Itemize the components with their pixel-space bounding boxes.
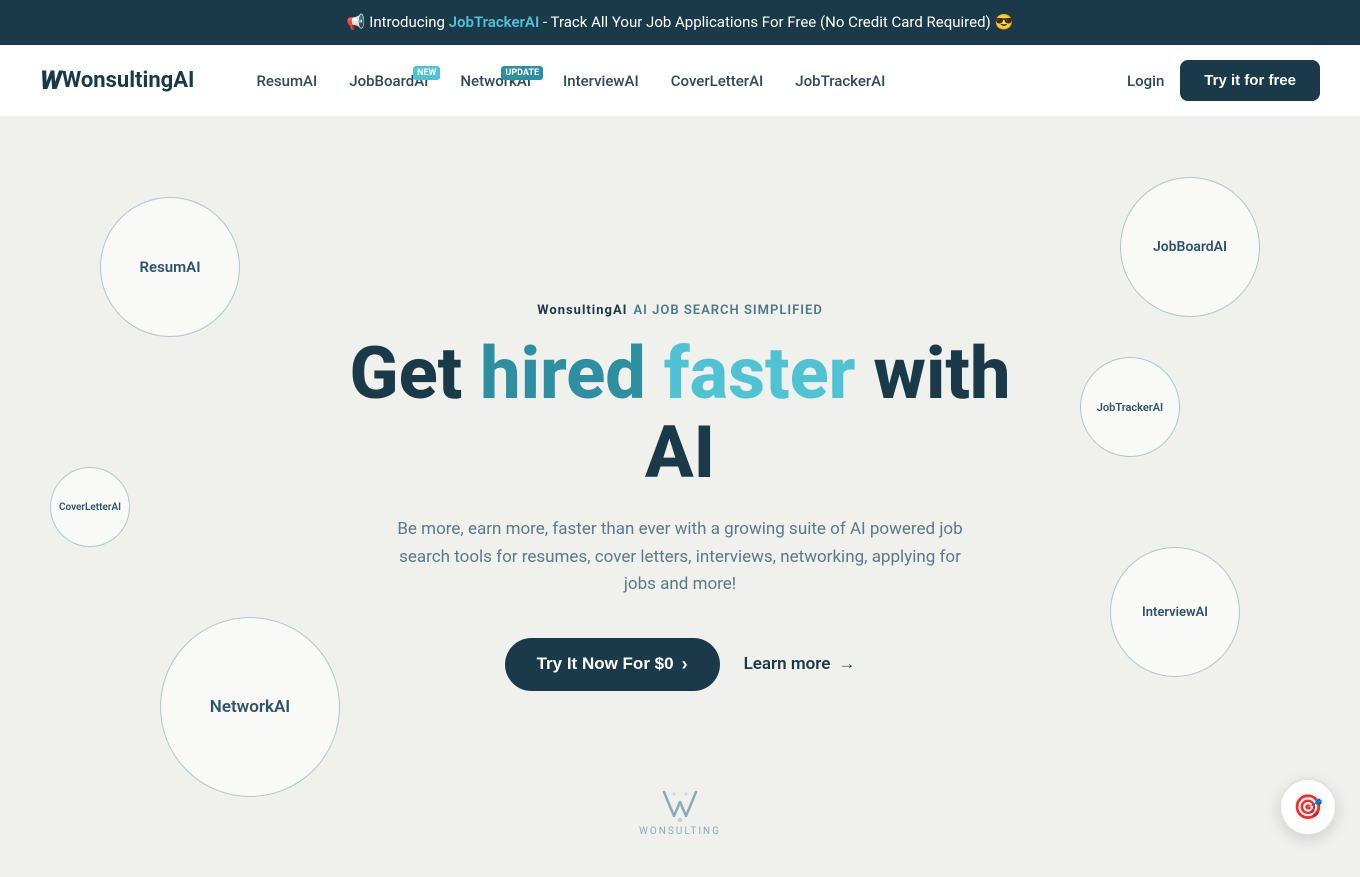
cta-secondary-link[interactable]: Learn more → bbox=[744, 654, 856, 674]
hero-section: ResumAI JobBoardAI JobTrackerAI CoverLet… bbox=[0, 117, 1360, 877]
hero-brand: WonsultingAI AI JOB SEARCH SIMPLIFIED bbox=[330, 303, 1030, 318]
try-free-button[interactable]: Try it for free bbox=[1180, 60, 1320, 101]
circle-interviewai[interactable]: InterviewAI bbox=[1110, 547, 1240, 677]
hero-content: WonsultingAI AI JOB SEARCH SIMPLIFIED Ge… bbox=[330, 303, 1030, 691]
header-actions: Login Try it for free bbox=[1127, 60, 1320, 101]
bottom-logo-icon bbox=[639, 784, 721, 824]
bottom-logo-text: WONSULTING bbox=[639, 826, 721, 837]
nav-item-resumai[interactable]: ResumAI bbox=[242, 64, 331, 98]
badge-new: NEW bbox=[413, 66, 440, 81]
nav-item-jobtrackerai[interactable]: JobTrackerAI bbox=[781, 64, 899, 98]
circle-jobtrackerai[interactable]: JobTrackerAI bbox=[1080, 357, 1180, 457]
header: W WonsultingAI ResumAI JobBoardAI NEW Ne… bbox=[0, 45, 1360, 117]
circle-coverletterai[interactable]: CoverLetterAI bbox=[50, 467, 130, 547]
circle-jobboardai[interactable]: JobBoardAI bbox=[1120, 177, 1260, 317]
badge-update: UPDATE bbox=[501, 66, 543, 81]
banner-suffix: - Track All Your Job Applications For Fr… bbox=[539, 13, 1013, 31]
title-hired: hired bbox=[480, 331, 664, 416]
login-button[interactable]: Login bbox=[1127, 72, 1164, 90]
nav-item-coverletterai[interactable]: CoverLetterAI bbox=[657, 64, 778, 98]
cta-primary-button[interactable]: Try It Now For $0 › bbox=[505, 638, 720, 691]
announcement-banner: 📢 Introducing JobTrackerAI - Track All Y… bbox=[0, 0, 1360, 45]
hero-brand-suffix: AI JOB SEARCH SIMPLIFIED bbox=[633, 303, 822, 318]
arrow-icon: › bbox=[682, 654, 688, 675]
title-faster: faster bbox=[664, 331, 874, 416]
arrow-right-icon: → bbox=[838, 654, 855, 674]
cta-secondary-label: Learn more bbox=[744, 654, 831, 674]
circle-networkai[interactable]: NetworkAI bbox=[160, 617, 340, 797]
logo[interactable]: W WonsultingAI bbox=[40, 66, 194, 96]
cta-primary-label: Try It Now For $0 bbox=[537, 654, 674, 674]
bottom-logo: WONSULTING bbox=[639, 784, 721, 837]
nav-item-interviewai[interactable]: InterviewAI bbox=[549, 64, 653, 98]
hero-subtitle: Be more, earn more, faster than ever wit… bbox=[390, 516, 970, 598]
logo-icon: W bbox=[40, 66, 62, 96]
banner-prefix: 📢 Introducing bbox=[347, 13, 449, 31]
banner-link[interactable]: JobTrackerAI bbox=[449, 13, 540, 31]
chat-button[interactable]: 🎯 bbox=[1280, 779, 1336, 835]
logo-text: WonsultingAI bbox=[62, 68, 195, 93]
nav-item-networkai[interactable]: NetworkAI UPDATE bbox=[446, 64, 545, 98]
hero-title: Get hired faster with AI bbox=[330, 334, 1030, 492]
chat-icon: 🎯 bbox=[1293, 793, 1323, 822]
hero-brand-logo: WonsultingAI bbox=[537, 303, 627, 318]
circle-resumai[interactable]: ResumAI bbox=[100, 197, 240, 337]
main-nav: ResumAI JobBoardAI NEW NetworkAI UPDATE … bbox=[242, 64, 1127, 98]
title-get: Get bbox=[350, 331, 481, 416]
nav-item-jobboardai[interactable]: JobBoardAI NEW bbox=[335, 64, 442, 98]
hero-buttons: Try It Now For $0 › Learn more → bbox=[330, 638, 1030, 691]
